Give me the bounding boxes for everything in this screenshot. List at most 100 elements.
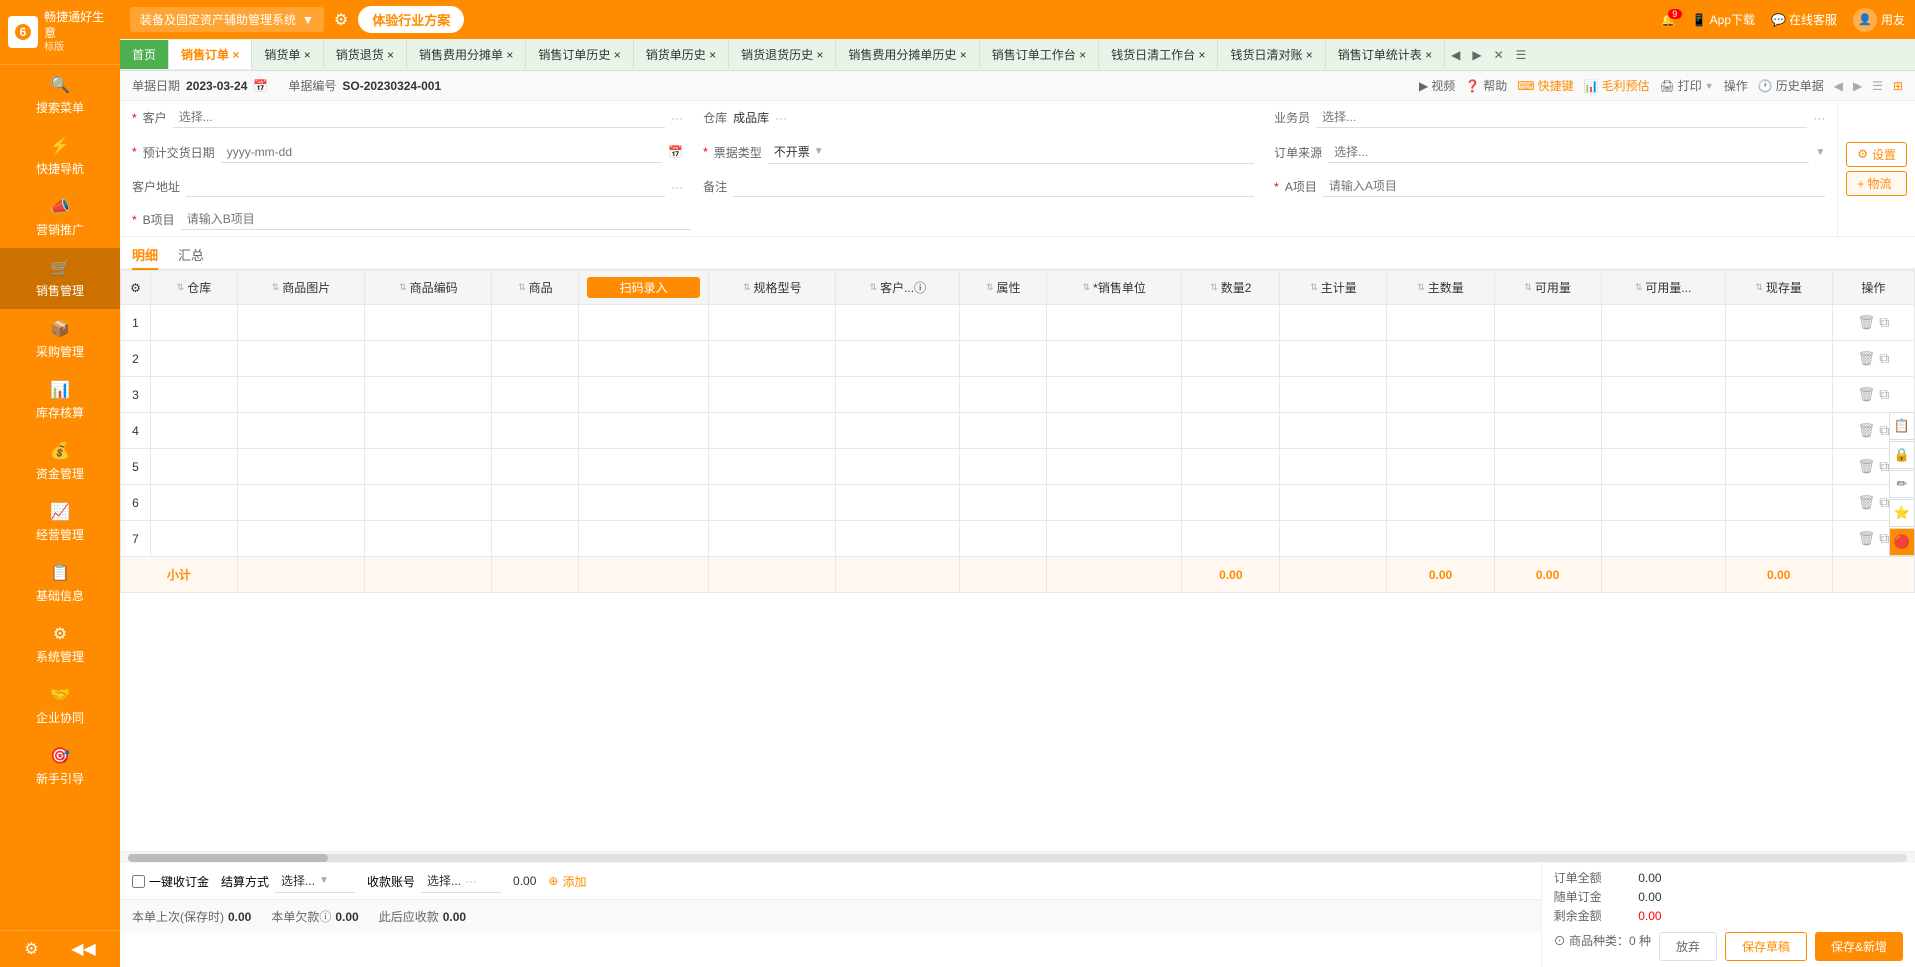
- row-scan-1[interactable]: [579, 305, 709, 341]
- row-qty2-1[interactable]: [1182, 305, 1280, 341]
- remark-input[interactable]: [733, 176, 1254, 197]
- tab-sales-return[interactable]: 销货退货 ×: [324, 40, 407, 69]
- prev-record-icon[interactable]: ◀: [1834, 79, 1843, 93]
- solution-button[interactable]: 体验行业方案: [358, 6, 464, 33]
- row-spec-1[interactable]: [709, 305, 836, 341]
- th-settings[interactable]: ⚙: [121, 271, 151, 305]
- tab-sales-invoice[interactable]: 销货单 ×: [252, 40, 323, 69]
- shortcut-btn[interactable]: ⌨ 快捷键: [1517, 77, 1573, 94]
- grid-view-icon[interactable]: ⊞: [1893, 79, 1903, 93]
- tab-next-icon[interactable]: ▶: [1466, 48, 1487, 62]
- collapse-icon[interactable]: ◀◀: [71, 939, 96, 959]
- warehouse-dots[interactable]: ···: [775, 111, 787, 125]
- row-munit-1[interactable]: [1280, 305, 1387, 341]
- row-attr-1[interactable]: [960, 305, 1047, 341]
- fixed-btn-clipboard[interactable]: 📋: [1889, 412, 1915, 440]
- fixed-btn-star[interactable]: ⭐: [1889, 499, 1915, 527]
- tab-stats[interactable]: 销售订单统计表 ×: [1326, 40, 1445, 69]
- tab-more-icon[interactable]: ☰: [1510, 48, 1533, 62]
- scan-button[interactable]: 扫码录入: [587, 277, 700, 298]
- add-payment-btn[interactable]: ⊕ 添加: [548, 873, 586, 890]
- sidebar-item-management[interactable]: 📈 经营管理: [0, 492, 120, 553]
- product-count-btn[interactable]: ⊙ 商品种类：0 种: [1554, 932, 1651, 961]
- row-ccode-1[interactable]: [836, 305, 960, 341]
- tab-sales-order[interactable]: 销售订单 ×: [169, 40, 252, 69]
- tab-home[interactable]: 首页: [120, 40, 169, 69]
- row-curr-1[interactable]: [1725, 305, 1832, 341]
- salesperson-input[interactable]: [1316, 107, 1807, 128]
- delete-icon-7[interactable]: 🗑: [1857, 530, 1875, 547]
- bank-dots[interactable]: ···: [465, 874, 477, 888]
- row-product-1[interactable]: [492, 305, 579, 341]
- date-value[interactable]: 2023-03-24: [186, 79, 247, 93]
- copy-icon-4[interactable]: ⧉: [1879, 422, 1889, 439]
- add-material-button[interactable]: + 物流: [1846, 171, 1907, 196]
- horizontal-scrollbar[interactable]: [120, 851, 1915, 863]
- tab-summary[interactable]: 汇总: [178, 241, 204, 268]
- delete-icon-4[interactable]: 🗑: [1857, 422, 1875, 439]
- view-btn[interactable]: ▶ 视频: [1419, 77, 1455, 94]
- address-input[interactable]: [186, 176, 665, 197]
- fixed-btn-edit[interactable]: ✏: [1889, 470, 1915, 498]
- operate-btn[interactable]: 操作: [1724, 77, 1748, 94]
- app-download-btn[interactable]: 📱 App下载: [1692, 11, 1755, 28]
- delivery-calendar-icon[interactable]: 📅: [668, 145, 683, 159]
- delete-icon-1[interactable]: 🗑: [1857, 314, 1875, 331]
- delete-icon-2[interactable]: 🗑: [1857, 350, 1875, 367]
- fixed-btn-lock[interactable]: 🔒: [1889, 441, 1915, 469]
- calendar-icon[interactable]: 📅: [253, 79, 268, 93]
- list-view-icon[interactable]: ☰: [1872, 79, 1883, 93]
- order-source-input[interactable]: [1328, 142, 1809, 163]
- invoice-type-select[interactable]: 不开票 ▼: [768, 140, 1254, 164]
- settings-bottom-icon[interactable]: ⚙: [24, 939, 38, 959]
- copy-icon-2[interactable]: ⧉: [1879, 350, 1889, 367]
- copy-icon-3[interactable]: ⧉: [1879, 386, 1889, 403]
- delete-icon-5[interactable]: 🗑: [1857, 458, 1875, 475]
- copy-icon-7[interactable]: ⧉: [1879, 530, 1889, 547]
- sidebar-item-collab[interactable]: 🤝 企业协同: [0, 675, 120, 736]
- address-dots[interactable]: ···: [671, 180, 683, 194]
- customer-dots[interactable]: ···: [671, 111, 683, 125]
- salesperson-dots[interactable]: ···: [1813, 111, 1825, 125]
- print-btn[interactable]: 🖨 打印 ▼: [1660, 77, 1714, 94]
- row-unit-1[interactable]: [1047, 305, 1182, 341]
- set-button[interactable]: ⚙ 设置: [1846, 142, 1907, 167]
- online-service-btn[interactable]: 💬 在线客服: [1771, 11, 1837, 28]
- tab-sales-invoice-history[interactable]: 销货单历史 ×: [634, 40, 729, 69]
- row-warehouse-1[interactable]: [151, 305, 238, 341]
- history-btn[interactable]: 🕐 历史单据: [1758, 77, 1824, 94]
- tab-detail[interactable]: 明细: [132, 241, 158, 270]
- sidebar-item-guide[interactable]: 🎯 新手引导: [0, 736, 120, 797]
- customer-input[interactable]: [173, 107, 665, 128]
- tab-daily-clear[interactable]: 钱货日清工作台 ×: [1099, 40, 1218, 69]
- tab-return-history[interactable]: 销货退货历史 ×: [729, 40, 836, 69]
- sidebar-item-search[interactable]: 🔍 搜索菜单: [0, 65, 120, 126]
- tab-close-icon[interactable]: ✕: [1488, 48, 1510, 62]
- tab-sales-expense[interactable]: 销售费用分摊单 ×: [407, 40, 526, 69]
- notification-icon[interactable]: 🔔 9: [1661, 13, 1676, 27]
- row-avail2-1[interactable]: [1601, 305, 1725, 341]
- sidebar-item-purchase[interactable]: 📦 采购管理: [0, 309, 120, 370]
- a-project-input[interactable]: [1323, 176, 1825, 197]
- delete-icon-6[interactable]: 🗑: [1857, 494, 1875, 511]
- tab-daily-account[interactable]: 钱货日清对账 ×: [1218, 40, 1325, 69]
- one-click-payment[interactable]: 一键收订金: [132, 873, 209, 890]
- delete-icon-3[interactable]: 🗑: [1857, 386, 1875, 403]
- row-mqty-1[interactable]: [1387, 305, 1494, 341]
- tab-prev-icon[interactable]: ◀: [1445, 48, 1466, 62]
- save-new-button[interactable]: 保存&新增: [1815, 932, 1903, 961]
- tab-sales-order-history[interactable]: 销售订单历史 ×: [526, 40, 633, 69]
- b-project-input[interactable]: [181, 209, 691, 230]
- sidebar-item-finance[interactable]: 💰 资金管理: [0, 431, 120, 492]
- row-image-1[interactable]: [237, 305, 364, 341]
- row-code-1[interactable]: [365, 305, 492, 341]
- user-menu[interactable]: 👤 用友: [1853, 8, 1905, 32]
- help-btn[interactable]: ❓ 帮助: [1465, 77, 1507, 94]
- bank-account-select[interactable]: 选择... ···: [421, 869, 501, 893]
- sidebar-item-basic[interactable]: 📋 基础信息: [0, 553, 120, 614]
- one-click-checkbox[interactable]: [132, 875, 145, 888]
- next-record-icon[interactable]: ▶: [1853, 79, 1862, 93]
- copy-icon-1[interactable]: ⧉: [1879, 314, 1889, 331]
- profit-btn[interactable]: 📊 毛利预估: [1584, 77, 1650, 94]
- settings-icon[interactable]: ⚙: [334, 10, 348, 30]
